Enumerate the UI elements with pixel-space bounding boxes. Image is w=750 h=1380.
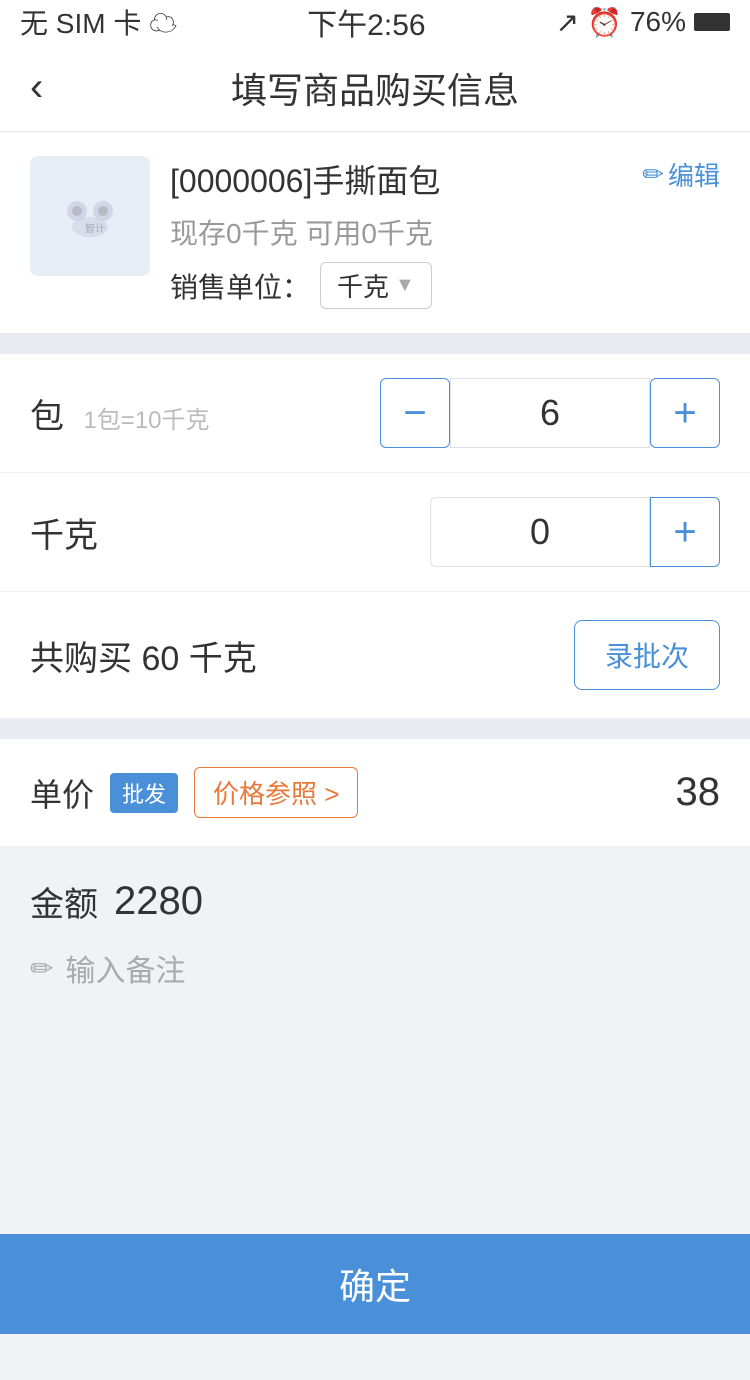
back-icon: ‹	[30, 65, 43, 109]
kg-label: 千克	[30, 508, 430, 557]
status-right: ↗ ⏰ 76%	[556, 6, 730, 39]
location-icon: ↗	[556, 6, 579, 39]
kg-quantity-control: +	[430, 497, 720, 567]
total-text: 共购买 60 千克	[30, 631, 257, 680]
svg-text:智计: 智计	[85, 222, 105, 235]
back-button[interactable]: ‹	[30, 65, 43, 110]
price-ref-label: 价格参照 >	[213, 774, 339, 811]
pencil-icon: ✏	[30, 952, 53, 985]
product-image-icon: 智计	[55, 191, 125, 241]
status-time: 下午2:56	[307, 0, 425, 44]
note-placeholder: 输入备注	[65, 946, 185, 990]
kg-plus-button[interactable]: +	[650, 497, 720, 567]
bao-quantity-input[interactable]	[450, 378, 650, 448]
price-value: 38	[676, 770, 721, 815]
bao-row: 包 1包=10千克 − +	[0, 354, 750, 473]
product-info: [0000006]手撕面包 ✏ 编辑 现存0千克 可用0千克 销售单位： 千克 …	[170, 156, 720, 309]
separator-1	[0, 334, 750, 354]
batch-tag: 批发	[110, 773, 178, 813]
bao-sublabel: 1包=10千克	[83, 407, 209, 434]
unit-select[interactable]: 千克 ▼	[320, 262, 432, 309]
bao-plus-button[interactable]: +	[650, 378, 720, 448]
total-row: 共购买 60 千克 录批次	[0, 592, 750, 719]
kg-quantity-input[interactable]	[430, 497, 650, 567]
record-batch-button[interactable]: 录批次	[574, 620, 720, 690]
bao-minus-button[interactable]: −	[380, 378, 450, 448]
amount-row: 金额 2280	[30, 877, 720, 926]
edit-icon: ✏	[642, 159, 664, 190]
price-reference-button[interactable]: 价格参照 >	[194, 767, 358, 818]
product-name: [0000006]手撕面包	[170, 156, 440, 202]
battery-icon	[694, 13, 730, 31]
price-section: 单价 批发 价格参照 > 38	[0, 739, 750, 847]
page-title: 填写商品购买信息	[231, 62, 519, 114]
dropdown-arrow-icon: ▼	[395, 274, 415, 297]
price-label: 单价	[30, 770, 94, 816]
status-left: 无 SIM 卡 ☁	[20, 2, 177, 42]
quantity-section: 包 1包=10千克 − + 千克 + 共购买 60 千克 录批次	[0, 354, 750, 719]
bao-label: 包 1包=10千克	[30, 389, 380, 438]
nav-bar: ‹ 填写商品购买信息	[0, 44, 750, 132]
bao-text: 包	[30, 398, 64, 436]
confirm-button[interactable]: 确定	[0, 1234, 750, 1334]
kg-row: 千克 +	[0, 473, 750, 592]
amount-value: 2280	[114, 879, 203, 924]
unit-value: 千克	[337, 267, 389, 304]
bao-quantity-control: − +	[380, 378, 720, 448]
note-row[interactable]: ✏ 输入备注	[30, 946, 720, 990]
separator-2	[0, 719, 750, 739]
product-unit: 销售单位： 千克 ▼	[170, 262, 720, 309]
unit-label: 销售单位：	[170, 266, 310, 306]
edit-label: 编辑	[668, 156, 720, 193]
product-card: 智计 [0000006]手撕面包 ✏ 编辑 现存0千克 可用0千克 销售单位： …	[0, 132, 750, 334]
edit-button[interactable]: ✏ 编辑	[642, 156, 720, 193]
product-image: 智计	[30, 156, 150, 276]
status-bar: 无 SIM 卡 ☁ 下午2:56 ↗ ⏰ 76%	[0, 0, 750, 44]
sim-status: 无 SIM 卡 ☁	[20, 2, 177, 42]
amount-label: 金额	[30, 877, 98, 926]
battery-level: 76%	[630, 6, 686, 38]
product-stock: 现存0千克 可用0千克	[170, 212, 720, 252]
amount-section: 金额 2280 ✏ 输入备注	[0, 847, 750, 1020]
alarm-icon: ⏰	[587, 6, 622, 39]
